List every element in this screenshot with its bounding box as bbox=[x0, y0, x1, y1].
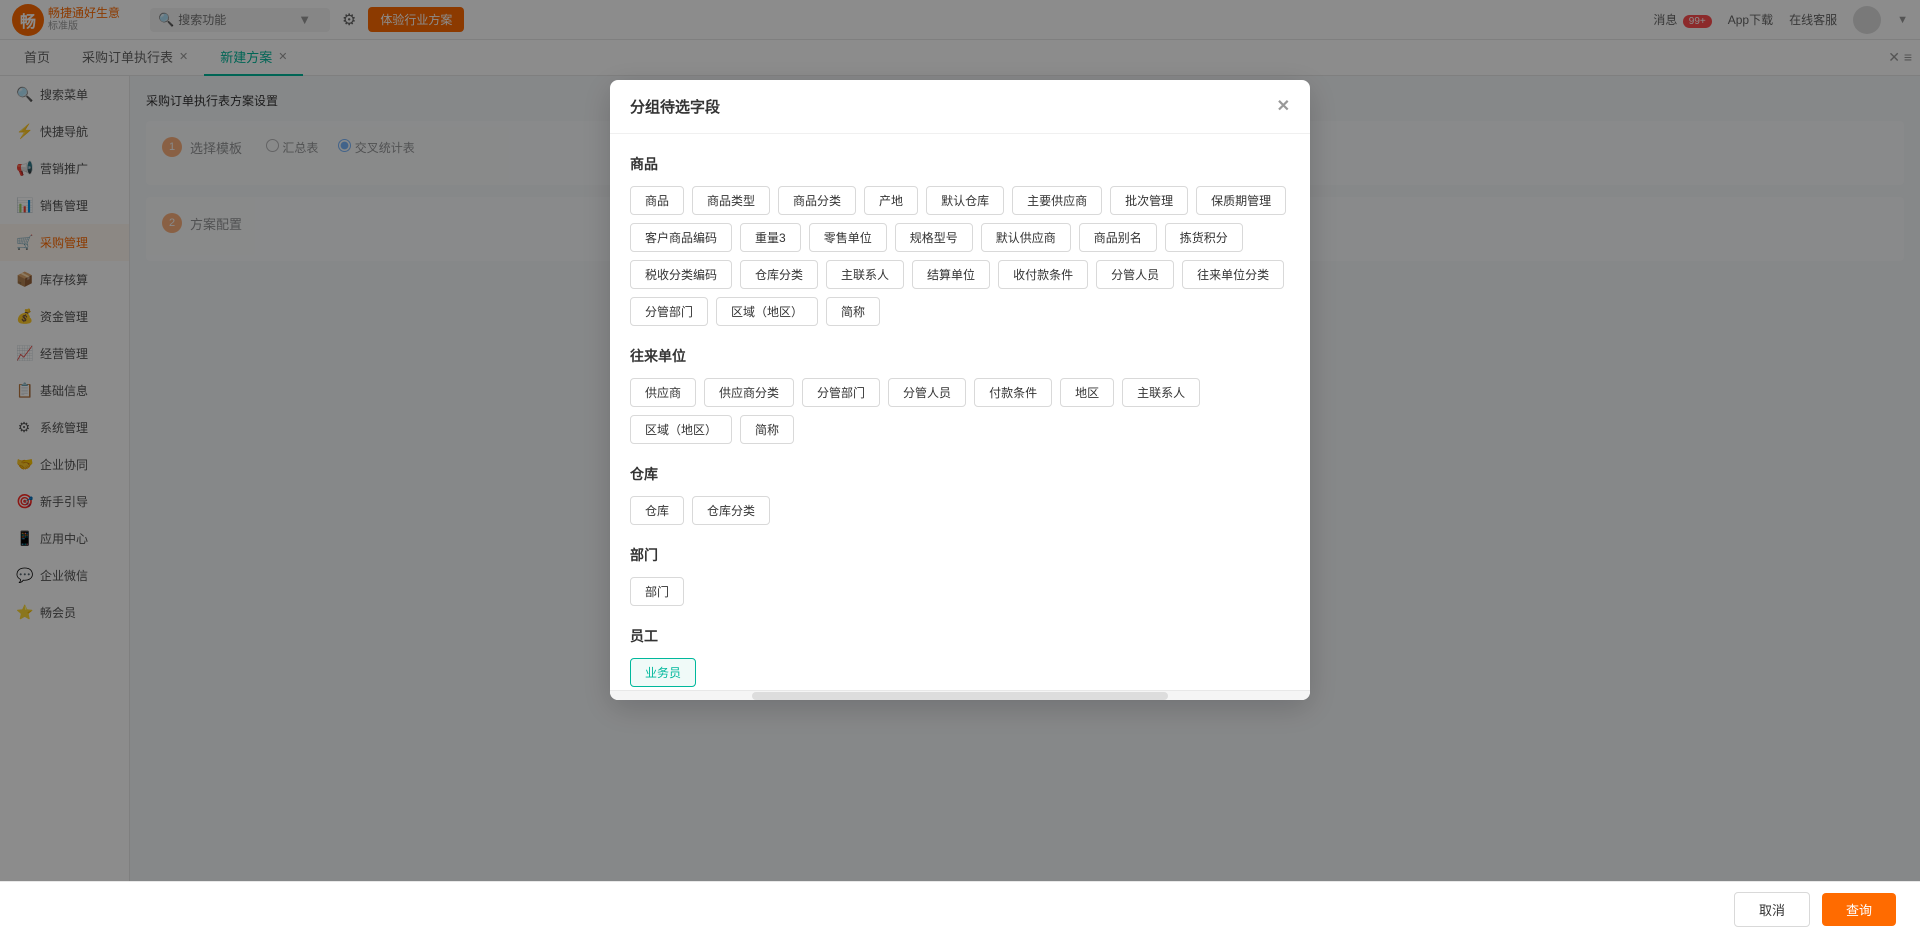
tag-region[interactable]: 区域（地区） bbox=[716, 297, 818, 326]
tag-warehouse-category[interactable]: 仓库分类 bbox=[692, 496, 770, 525]
tag-goods-dept[interactable]: 分管部门 bbox=[630, 297, 708, 326]
tag-goods-alias[interactable]: 商品别名 bbox=[1079, 223, 1157, 252]
tag-pay-terms[interactable]: 付款条件 bbox=[974, 378, 1052, 407]
modal-dialog: 分组待选字段 ✕ 商品 商品 商品类型 商品分类 产地 默认仓库 主要供应商 批… bbox=[610, 80, 1310, 700]
tag-batch-mgmt[interactable]: 批次管理 bbox=[1110, 186, 1188, 215]
modal-header: 分组待选字段 ✕ bbox=[610, 80, 1310, 134]
tag-manager[interactable]: 分管人员 bbox=[1096, 260, 1174, 289]
tag-mgmt-dept[interactable]: 分管部门 bbox=[802, 378, 880, 407]
tag-short-name2[interactable]: 简称 bbox=[740, 415, 794, 444]
tag-contact[interactable]: 主联系人 bbox=[1122, 378, 1200, 407]
tag-settlement-unit[interactable]: 结算单位 bbox=[912, 260, 990, 289]
tag-payment-terms[interactable]: 收付款条件 bbox=[998, 260, 1088, 289]
tag-warehouse[interactable]: 仓库 bbox=[630, 496, 684, 525]
section-goods-title: 商品 bbox=[630, 154, 1290, 174]
tag-default-supplier[interactable]: 默认供应商 bbox=[981, 223, 1071, 252]
tag-short-name[interactable]: 简称 bbox=[826, 297, 880, 326]
modal-footer-bar: 取消 查询 bbox=[0, 881, 1920, 937]
tag-supplier-category[interactable]: 供应商分类 bbox=[704, 378, 794, 407]
cancel-button[interactable]: 取消 bbox=[1734, 892, 1810, 927]
tag-department[interactable]: 部门 bbox=[630, 577, 684, 606]
tag-lottery[interactable]: 拣货积分 bbox=[1165, 223, 1243, 252]
section-warehouse-title: 仓库 bbox=[630, 464, 1290, 484]
tag-main-contact[interactable]: 主联系人 bbox=[826, 260, 904, 289]
section-partner-tags: 供应商 供应商分类 分管部门 分管人员 付款条件 地区 主联系人 区域（地区） … bbox=[630, 378, 1290, 444]
section-department-tags: 部门 bbox=[630, 577, 1290, 606]
tag-tax-code[interactable]: 税收分类编码 bbox=[630, 260, 732, 289]
section-department-title: 部门 bbox=[630, 545, 1290, 565]
tag-region2[interactable]: 区域（地区） bbox=[630, 415, 732, 444]
tag-shelf-life[interactable]: 保质期管理 bbox=[1196, 186, 1286, 215]
tag-goods-type[interactable]: 商品类型 bbox=[692, 186, 770, 215]
tag-origin[interactable]: 产地 bbox=[864, 186, 918, 215]
tag-warehouse-cat[interactable]: 仓库分类 bbox=[740, 260, 818, 289]
tag-retail-unit[interactable]: 零售单位 bbox=[809, 223, 887, 252]
modal-overlay: 分组待选字段 ✕ 商品 商品 商品类型 商品分类 产地 默认仓库 主要供应商 批… bbox=[0, 0, 1920, 937]
section-partner-title: 往来单位 bbox=[630, 346, 1290, 366]
tag-main-supplier[interactable]: 主要供应商 bbox=[1012, 186, 1102, 215]
modal-body[interactable]: 商品 商品 商品类型 商品分类 产地 默认仓库 主要供应商 批次管理 保质期管理… bbox=[610, 134, 1310, 690]
modal-hscroll[interactable] bbox=[610, 690, 1310, 700]
confirm-button[interactable]: 查询 bbox=[1822, 893, 1896, 926]
section-employee-tags: 业务员 bbox=[630, 658, 1290, 687]
tag-supplier[interactable]: 供应商 bbox=[630, 378, 696, 407]
tag-customer-code[interactable]: 客户商品编码 bbox=[630, 223, 732, 252]
tag-weight3[interactable]: 重量3 bbox=[740, 223, 801, 252]
tag-default-warehouse[interactable]: 默认仓库 bbox=[926, 186, 1004, 215]
modal-hscroll-thumb bbox=[752, 692, 1167, 700]
tag-source-unit[interactable]: 往来单位分类 bbox=[1182, 260, 1284, 289]
modal-title: 分组待选字段 bbox=[630, 96, 720, 117]
tag-mgmt-person[interactable]: 分管人员 bbox=[888, 378, 966, 407]
tag-goods[interactable]: 商品 bbox=[630, 186, 684, 215]
section-employee-title: 员工 bbox=[630, 626, 1290, 646]
tag-area[interactable]: 地区 bbox=[1060, 378, 1114, 407]
modal-close-btn[interactable]: ✕ bbox=[1277, 99, 1290, 115]
section-goods-tags: 商品 商品类型 商品分类 产地 默认仓库 主要供应商 批次管理 保质期管理 客户… bbox=[630, 186, 1290, 326]
section-warehouse-tags: 仓库 仓库分类 bbox=[630, 496, 1290, 525]
tag-goods-category[interactable]: 商品分类 bbox=[778, 186, 856, 215]
tag-salesperson[interactable]: 业务员 bbox=[630, 658, 696, 687]
tag-spec-model[interactable]: 规格型号 bbox=[895, 223, 973, 252]
